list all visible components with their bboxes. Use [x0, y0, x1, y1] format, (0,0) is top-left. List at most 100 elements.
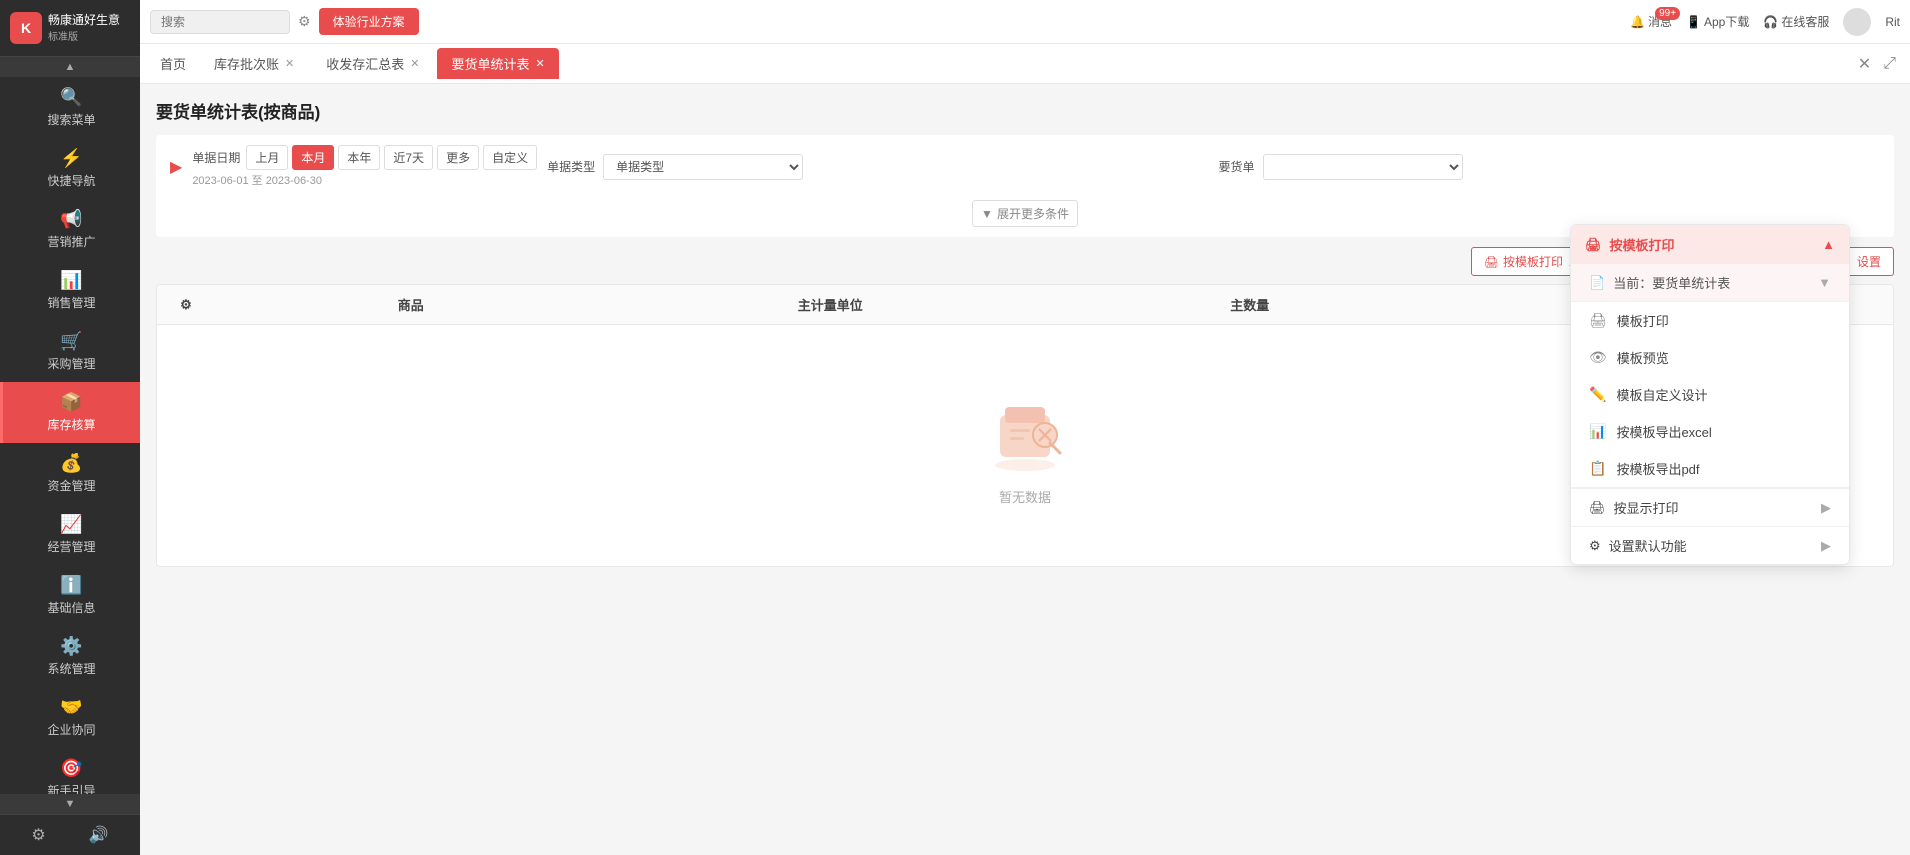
tab-home[interactable]: 首页	[150, 48, 196, 79]
settings-button[interactable]: 设置	[1844, 247, 1894, 276]
sidebar-item-operations[interactable]: 📈 经营管理	[0, 504, 140, 565]
dropdown-item-template-preview[interactable]: 👁 模板预览	[1571, 339, 1849, 376]
guide-icon: 🎯	[60, 758, 82, 779]
messages-badge: 99+	[1655, 7, 1680, 20]
sidebar-item-quick-nav[interactable]: ⚡ 快捷导航	[0, 138, 140, 199]
system-icon: ⚙️	[60, 636, 82, 657]
filter-type-col: 单据类型 单据类型	[547, 154, 1208, 180]
sidebar-item-enterprise[interactable]: 🤝 企业协同	[0, 687, 140, 748]
dropdown-chevron-up-icon: ▲	[1822, 237, 1835, 252]
print-dropdown-icon: 🖨	[1585, 237, 1602, 253]
search-icon: 🔍	[60, 87, 82, 108]
sidebar: K 畅康通好生意 标准版 ▲ 🔍 搜索菜单 ⚡ 快捷导航 📢 营销推广 📊 销售…	[0, 0, 140, 855]
tab-order-stats[interactable]: 要货单统计表 ✕	[437, 48, 558, 79]
template-design-icon: ✏️	[1589, 386, 1606, 403]
topbar-right: 🔔 消息 99+ 📱 App下载 🎧 在线客服 Rit	[1630, 8, 1900, 36]
filter-bar: ▶ 单据日期 上月 本月 本年 近7天 更多 自定义 2023-06-0	[156, 135, 1894, 237]
type-label: 单据类型	[547, 158, 595, 175]
download-icon: 📱	[1686, 15, 1701, 29]
sales-icon: 📊	[60, 270, 82, 291]
tab-close-all-button[interactable]: ✕	[1854, 50, 1875, 78]
date-btn-last-month[interactable]: 上月	[246, 145, 288, 170]
dropdown-item-template-print[interactable]: 🖨 模板打印	[1571, 302, 1849, 339]
template-print-icon: 🖨	[1589, 312, 1607, 329]
date-btn-more[interactable]: 更多	[437, 145, 479, 170]
enterprise-icon: 🤝	[60, 697, 82, 718]
topbar-search-input[interactable]	[150, 10, 290, 34]
inventory-icon: 📦	[60, 392, 82, 413]
dropdown-item-template-design[interactable]: ✏️ 模板自定义设计	[1571, 376, 1849, 413]
table-settings-col[interactable]: ⚙	[171, 297, 201, 313]
sidebar-scroll-up[interactable]: ▲	[0, 57, 140, 77]
type-select[interactable]: 单据类型	[603, 154, 803, 180]
tab-inventory-batch[interactable]: 库存批次账 ✕	[200, 48, 308, 79]
tab-receipt-summary[interactable]: 收发存汇总表 ✕	[312, 48, 433, 79]
headset-icon: 🎧	[1763, 15, 1778, 29]
tab-maximize-button[interactable]: ⤢	[1879, 51, 1900, 77]
template-preview-icon: 👁	[1589, 349, 1607, 366]
dropdown-item-export-pdf[interactable]: 📋 按模板导出pdf	[1571, 450, 1849, 487]
tab-close-order-stats[interactable]: ✕	[536, 57, 545, 70]
dropdown-item-export-excel[interactable]: 📊 按模板导出excel	[1571, 413, 1849, 450]
filter-collapse-icon[interactable]: ▶	[170, 157, 182, 177]
dropdown-item-default-function[interactable]: ⚙ 设置默认功能 ▶	[1571, 526, 1849, 564]
filter-field3-col: 要货单	[1219, 154, 1880, 180]
date-btn-7days[interactable]: 近7天	[384, 145, 433, 170]
page-title: 要货单统计表(按商品)	[156, 98, 1894, 123]
app-name: 畅康通好生意	[48, 13, 120, 29]
sidebar-item-basic-info[interactable]: ℹ️ 基础信息	[0, 565, 140, 626]
tab-close-receipt-summary[interactable]: ✕	[410, 57, 419, 70]
expand-conditions-button[interactable]: ▼ 展开更多条件	[972, 200, 1078, 227]
topbar-gear-icon[interactable]: ⚙	[298, 13, 311, 30]
field3-label: 要货单	[1219, 158, 1255, 175]
sidebar-item-sales[interactable]: 📊 销售管理	[0, 260, 140, 321]
settings-footer-icon[interactable]: ⚙	[31, 825, 45, 845]
print-dropdown: 🖨 按模板打印 ▲ 📄 当前：要货单统计表 ▼ 🖨 模板打印	[1570, 224, 1850, 565]
dropdown-print-items-section: 🖨 模板打印 👁 模板预览 ✏️ 模板自定义设计 📊 按模板导出excel 📋	[1571, 302, 1849, 488]
display-print-icon: 🖨	[1589, 500, 1606, 516]
date-buttons: 上月 本月 本年 近7天 更多 自定义	[246, 145, 537, 170]
app-download-item[interactable]: 📱 App下载	[1686, 13, 1749, 30]
default-function-icon: ⚙	[1589, 538, 1601, 554]
dropdown-current-item[interactable]: 📄 当前：要货单统计表 ▼	[1571, 264, 1849, 301]
page-content: 要货单统计表(按商品) ▶ 单据日期 上月 本月 本年 近7天 更多 自定义	[140, 84, 1910, 855]
operations-icon: 📈	[60, 514, 82, 535]
marketing-icon: 📢	[60, 209, 82, 230]
purchase-icon: 🛒	[60, 331, 82, 352]
sidebar-footer: ⚙ 🔊	[0, 814, 140, 855]
export-pdf-icon: 📋	[1589, 460, 1606, 477]
username-label: Rit	[1885, 15, 1900, 29]
quick-nav-icon: ⚡	[60, 148, 82, 169]
date-range-text: 2023-06-01 至 2023-06-30	[192, 172, 537, 188]
sidebar-item-guide[interactable]: 🎯 新手引导	[0, 748, 140, 794]
topbar: ⚙ 体验行业方案 🔔 消息 99+ 📱 App下载 🎧 在线客服 Rit	[140, 0, 1910, 44]
sidebar-item-purchase[interactable]: 🛒 采购管理	[0, 321, 140, 382]
dropdown-item-display-print[interactable]: 🖨 按显示打印 ▶	[1571, 488, 1849, 526]
expand-icon: ▼	[981, 207, 993, 221]
tabbar: 首页 库存批次账 ✕ 收发存汇总表 ✕ 要货单统计表 ✕ ✕ ⤢	[140, 44, 1910, 84]
date-btn-this-month[interactable]: 本月	[292, 145, 334, 170]
display-print-chevron-icon: ▶	[1821, 500, 1831, 516]
dropdown-current-section: 📄 当前：要货单统计表 ▼	[1571, 264, 1849, 302]
field3-select[interactable]	[1263, 154, 1463, 180]
sidebar-item-finance[interactable]: 💰 资金管理	[0, 443, 140, 504]
messages-item[interactable]: 🔔 消息 99+	[1630, 13, 1672, 30]
logo-icon: K	[10, 12, 42, 44]
dropdown-header[interactable]: 🖨 按模板打印 ▲	[1571, 225, 1849, 264]
sidebar-item-search[interactable]: 🔍 搜索菜单	[0, 77, 140, 138]
sidebar-item-inventory[interactable]: 📦 库存核算	[0, 382, 140, 443]
bell-icon: 🔔	[1630, 15, 1645, 29]
sidebar-item-system[interactable]: ⚙️ 系统管理	[0, 626, 140, 687]
tabbar-end: ✕ ⤢	[1854, 50, 1900, 78]
print-icon: 🖨	[1484, 255, 1499, 269]
online-service-item[interactable]: 🎧 在线客服	[1763, 13, 1829, 30]
sidebar-item-marketing[interactable]: 📢 营销推广	[0, 199, 140, 260]
sidebar-scroll-down[interactable]: ▼	[0, 794, 140, 814]
finance-icon: 💰	[60, 453, 82, 474]
user-avatar[interactable]	[1843, 8, 1871, 36]
industry-solution-button[interactable]: 体验行业方案	[319, 8, 419, 35]
date-btn-custom[interactable]: 自定义	[483, 145, 537, 170]
speaker-icon[interactable]: 🔊	[89, 825, 109, 845]
tab-close-inventory-batch[interactable]: ✕	[285, 57, 294, 70]
date-btn-this-year[interactable]: 本年	[338, 145, 380, 170]
